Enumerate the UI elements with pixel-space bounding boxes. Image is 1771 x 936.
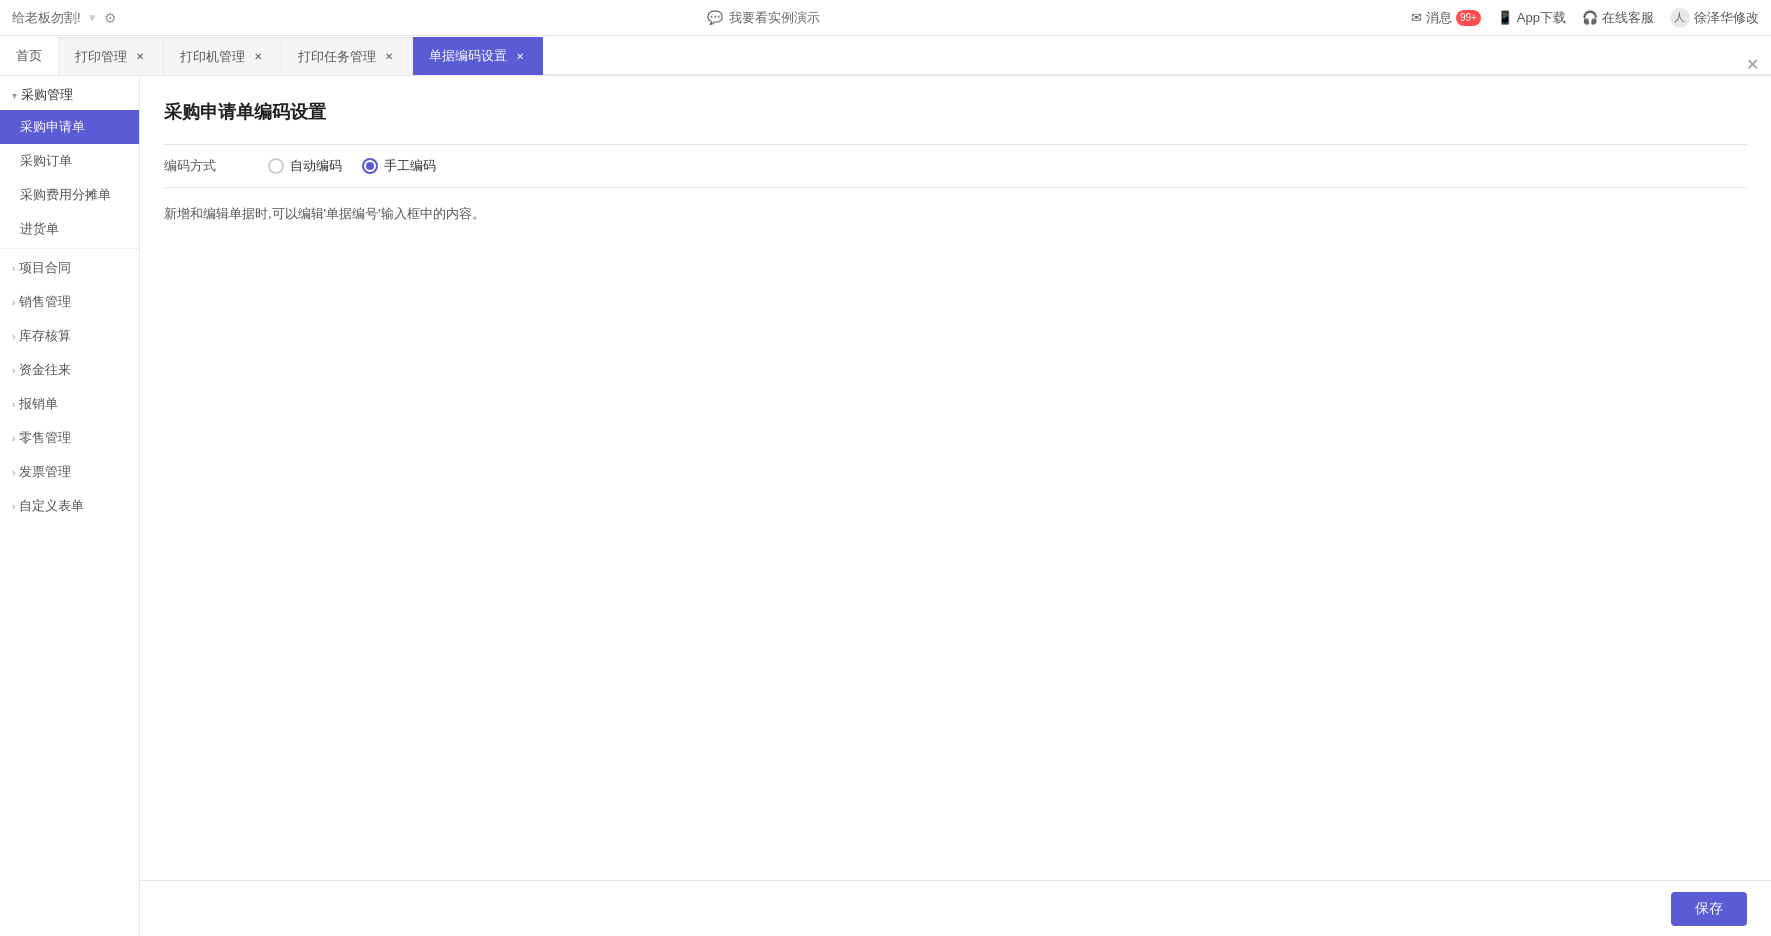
main-layout: ▾ 采购管理 采购申请单 采购订单 采购费用分摊单 进货单 › 项目合同 › 销… (0, 76, 1771, 936)
tab-print-task-mgmt-label: 打印任务管理 (298, 48, 376, 66)
sidebar-item-sales-mgmt-label: 销售管理 (19, 293, 71, 311)
sidebar-item-project-contract-label: 项目合同 (19, 259, 71, 277)
tab-printer-mgmt-close[interactable]: ✕ (251, 50, 265, 64)
sidebar-item-project-contract[interactable]: › 项目合同 (0, 251, 139, 285)
sidebar-item-expense-report[interactable]: › 报销单 (0, 387, 139, 421)
top-bar-left: 给老板勿割! ▾ ⚙ (12, 9, 117, 27)
manual-code-radio-inner (366, 162, 374, 170)
page-title: 采购申请单编码设置 (164, 100, 1747, 124)
coding-row: 编码方式 自动编码 手工编码 (164, 144, 1747, 188)
manual-code-radio-label: 手工编码 (384, 157, 436, 175)
tab-print-task-mgmt-close[interactable]: ✕ (382, 50, 396, 64)
sidebar-item-invoice-mgmt[interactable]: › 发票管理 (0, 455, 139, 489)
coding-label: 编码方式 (164, 157, 244, 175)
sidebar-item-expense-report-label: 报销单 (19, 395, 58, 413)
sidebar-divider-1 (0, 248, 139, 249)
radio-group: 自动编码 手工编码 (268, 157, 436, 175)
manual-code-radio-outer (362, 158, 378, 174)
app-download-label: App下载 (1517, 9, 1566, 27)
sidebar-item-sales-mgmt[interactable]: › 销售管理 (0, 285, 139, 319)
tab-doc-code-settings-close[interactable]: ✕ (513, 49, 527, 63)
auto-code-radio[interactable]: 自动编码 (268, 157, 342, 175)
expense-report-arrow-icon: › (12, 399, 15, 410)
info-text: 新增和编辑单据时,可以编辑'单据编号'输入框中的内容。 (164, 204, 1747, 225)
top-bar: 给老板勿割! ▾ ⚙ 💬 我要看实例演示 ✉ 消息 99+ 📱 App下载 🎧 … (0, 0, 1771, 36)
sidebar: ▾ 采购管理 采购申请单 采购订单 采购费用分摊单 进货单 › 项目合同 › 销… (0, 76, 140, 936)
avatar: 人 (1670, 8, 1690, 28)
message-icon: ✉ (1411, 10, 1422, 25)
retail-mgmt-arrow-icon: › (12, 433, 15, 444)
close-icon: ✕ (1746, 55, 1759, 74)
message-badge: 99+ (1456, 10, 1481, 26)
tab-printer-mgmt[interactable]: 打印机管理 ✕ (164, 37, 282, 75)
sidebar-item-capital[interactable]: › 资金往来 (0, 353, 139, 387)
online-service-button[interactable]: 🎧 在线客服 (1582, 9, 1654, 27)
auto-code-radio-label: 自动编码 (290, 157, 342, 175)
tab-doc-code-settings[interactable]: 单据编码设置 ✕ (413, 37, 543, 75)
content-area: 采购申请单编码设置 编码方式 自动编码 手工编码 (140, 76, 1771, 936)
message-label: 消息 (1426, 9, 1452, 27)
custom-form-arrow-icon: › (12, 501, 15, 512)
sidebar-item-custom-form-label: 自定义表单 (19, 497, 84, 515)
sidebar-group-procurement-label: 采购管理 (21, 86, 73, 104)
sidebar-item-purchase-request[interactable]: 采购申请单 (0, 110, 139, 144)
sidebar-group-procurement-title[interactable]: ▾ 采购管理 (0, 76, 139, 110)
procurement-arrow-icon: ▾ (12, 90, 17, 101)
sidebar-item-retail-mgmt[interactable]: › 零售管理 (0, 421, 139, 455)
tab-bar-spacer (543, 37, 1734, 75)
sidebar-item-purchase-order-label: 采购订单 (20, 153, 72, 168)
sidebar-item-invoice-mgmt-label: 发票管理 (19, 463, 71, 481)
settings-icon[interactable]: ⚙ (104, 10, 117, 26)
project-contract-arrow-icon: › (12, 263, 15, 274)
message-button[interactable]: ✉ 消息 99+ (1411, 9, 1481, 27)
user-name: 徐泽华修改 (1694, 9, 1759, 27)
tab-doc-code-settings-label: 单据编码设置 (429, 47, 507, 65)
sidebar-item-purchase-order[interactable]: 采购订单 (0, 144, 139, 178)
demo-icon: 💬 (707, 10, 723, 25)
sales-mgmt-arrow-icon: › (12, 297, 15, 308)
app-download-button[interactable]: 📱 App下载 (1497, 9, 1566, 27)
tab-home[interactable]: 首页 (0, 37, 59, 75)
sidebar-item-purchase-request-label: 采购申请单 (20, 119, 85, 134)
manual-code-radio[interactable]: 手工编码 (362, 157, 436, 175)
invoice-mgmt-arrow-icon: › (12, 467, 15, 478)
sidebar-item-purchase-expense-label: 采购费用分摊单 (20, 187, 111, 202)
demo-link[interactable]: 💬 我要看实例演示 (707, 9, 820, 27)
sidebar-item-custom-form[interactable]: › 自定义表单 (0, 489, 139, 523)
tab-print-mgmt-label: 打印管理 (75, 48, 127, 66)
footer-bar: 保存 (140, 880, 1771, 936)
tab-print-task-mgmt[interactable]: 打印任务管理 ✕ (282, 37, 413, 75)
inventory-arrow-icon: › (12, 331, 15, 342)
sidebar-item-retail-mgmt-label: 零售管理 (19, 429, 71, 447)
capital-arrow-icon: › (12, 365, 15, 376)
user-profile-button[interactable]: 人 徐泽华修改 (1670, 8, 1759, 28)
window-close-button[interactable]: ✕ (1734, 55, 1771, 75)
sidebar-item-purchase-expense[interactable]: 采购费用分摊单 (0, 178, 139, 212)
sidebar-group-procurement: ▾ 采购管理 采购申请单 采购订单 采购费用分摊单 进货单 (0, 76, 139, 246)
headset-icon: 🎧 (1582, 10, 1598, 25)
sidebar-item-capital-label: 资金往来 (19, 361, 71, 379)
sidebar-item-purchase-receipt-label: 进货单 (20, 221, 59, 236)
tab-print-mgmt[interactable]: 打印管理 ✕ (59, 37, 164, 75)
save-button[interactable]: 保存 (1671, 892, 1747, 926)
app-download-icon: 📱 (1497, 10, 1513, 25)
logo-text[interactable]: 给老板勿割! (12, 9, 81, 27)
demo-text: 我要看实例演示 (729, 9, 820, 27)
tab-printer-mgmt-label: 打印机管理 (180, 48, 245, 66)
tab-print-mgmt-close[interactable]: ✕ (133, 50, 147, 64)
online-service-label: 在线客服 (1602, 9, 1654, 27)
content-inner: 采购申请单编码设置 编码方式 自动编码 手工编码 (140, 76, 1771, 880)
sidebar-item-purchase-receipt[interactable]: 进货单 (0, 212, 139, 246)
tab-bar: 首页 打印管理 ✕ 打印机管理 ✕ 打印任务管理 ✕ 单据编码设置 ✕ ✕ (0, 36, 1771, 76)
auto-code-radio-outer (268, 158, 284, 174)
tab-home-label: 首页 (16, 47, 42, 65)
sidebar-item-inventory[interactable]: › 库存核算 (0, 319, 139, 353)
sidebar-item-inventory-label: 库存核算 (19, 327, 71, 345)
top-bar-divider: ▾ (89, 10, 96, 25)
top-bar-right: ✉ 消息 99+ 📱 App下载 🎧 在线客服 人 徐泽华修改 (1411, 8, 1759, 28)
